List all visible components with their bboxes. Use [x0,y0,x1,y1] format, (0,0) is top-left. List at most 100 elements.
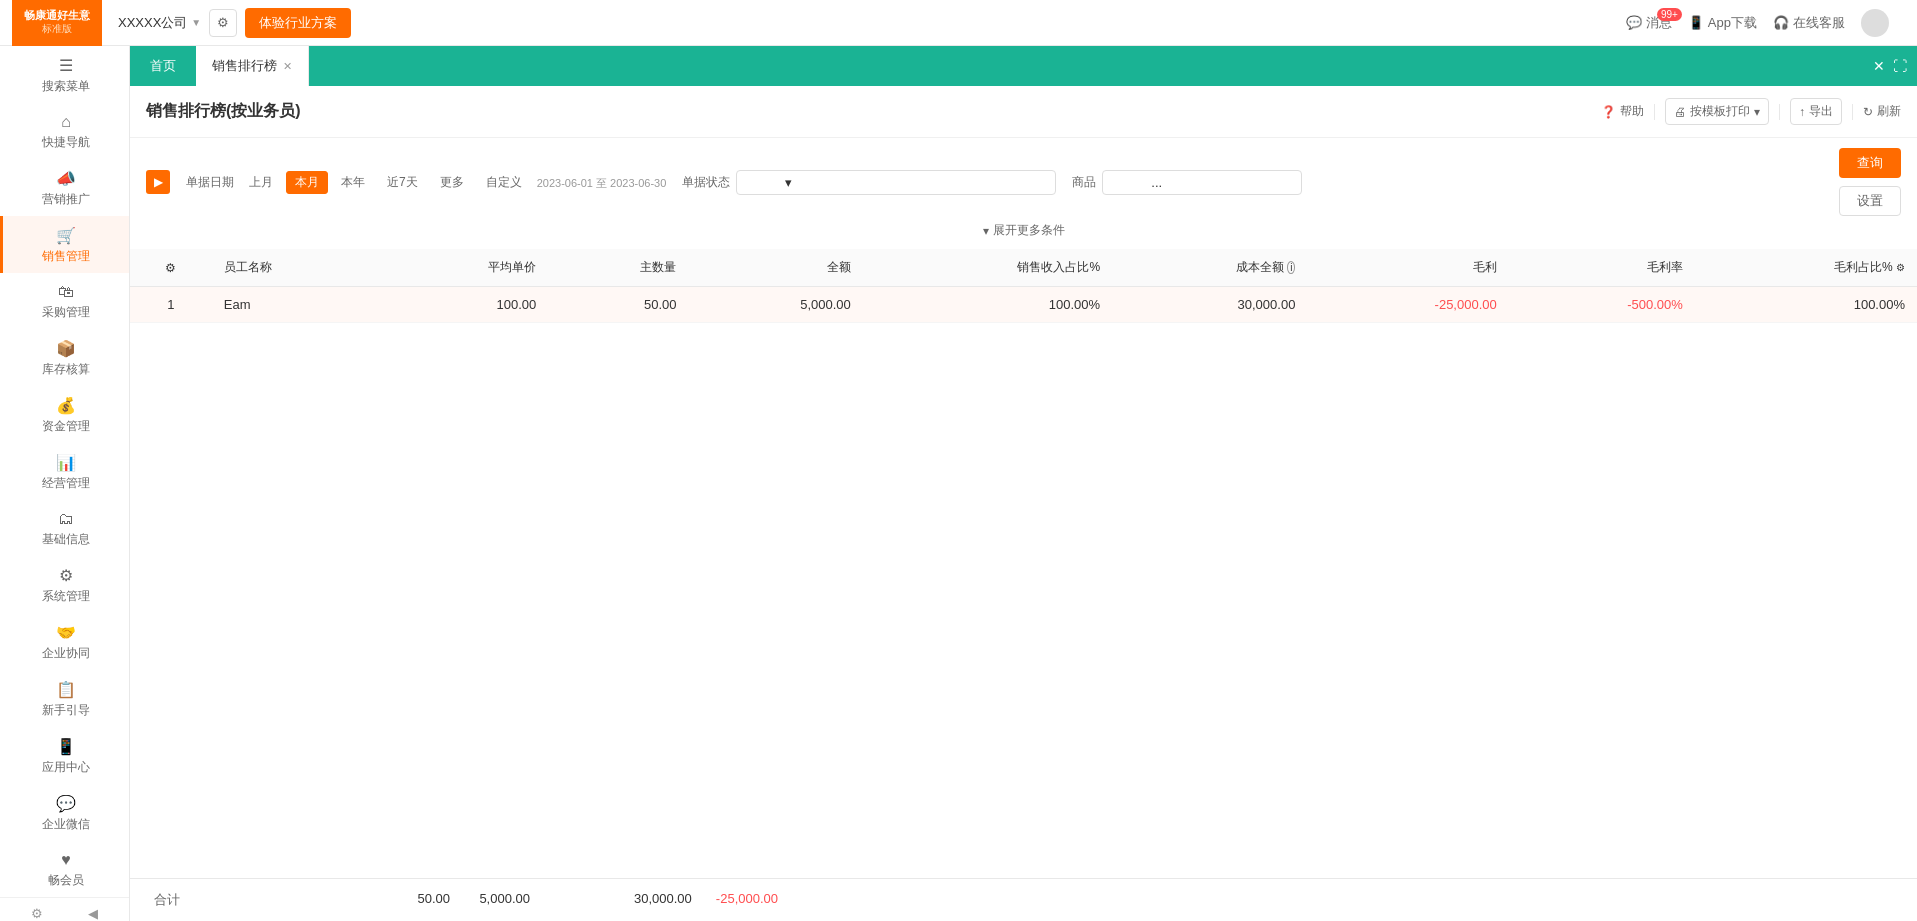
settings-gear-button[interactable]: ⚙ [209,9,237,37]
col-total-amt: 全额 [688,249,862,287]
filter-expand-icon[interactable]: ▶ [146,170,170,194]
marketing-icon: 📣 [56,169,76,188]
enterprise-icon: 🤝 [56,623,76,642]
settings-button[interactable]: 设置 [1839,186,1901,216]
date-btn-last7[interactable]: 近7天 [378,171,427,194]
app-download-button[interactable]: 📱 App下载 [1688,14,1757,32]
col-settings-icon: ⚙ [165,261,176,275]
sidebar-item-operation[interactable]: 📊 经营管理 [0,443,129,500]
sidebar-item-guide[interactable]: 📋 新手引导 [0,670,129,727]
settings-bottom-icon[interactable]: ⚙ [31,906,43,921]
date-btn-custom[interactable]: 自定义 [477,171,531,194]
tab-sales-ranking[interactable]: 销售排行榜 ✕ [196,46,309,86]
logo-text: 畅康通好生意 [24,9,90,22]
wechat-icon: 💬 [56,794,76,813]
col-settings[interactable]: ⚙ [130,249,212,287]
table-row: 1Eam100.0050.005,000.00100.00%30,000.00-… [130,287,1917,323]
date-btn-more[interactable]: 更多 [431,171,473,194]
basic-icon: 🗂 [58,510,74,528]
table-footer: 合计 50.00 5,000.00 30,000.00 -25,000.00 [130,878,1917,921]
date-filter-label: 单据日期 [186,174,234,191]
expand-down-icon: ▾ [983,224,989,238]
tab-bar-right: ✕ ⛶ [1863,58,1917,74]
date-btn-this-month[interactable]: 本月 [286,171,328,194]
footer-label: 合计 [142,887,302,913]
table-header-row: ⚙ 员工名称 平均单价 主数量 全额 销售收入占比% 成本全额 i 毛利 毛利率… [130,249,1917,287]
expand-more-button[interactable]: ▾ 展开更多条件 [146,222,1901,239]
sidebar-item-enterprise[interactable]: 🤝 企业协同 [0,613,129,670]
table-cell: -25,000.00 [1307,287,1508,323]
divider1 [1654,104,1655,120]
date-btn-this-year[interactable]: 本年 [332,171,374,194]
app-download-label: App下载 [1708,14,1757,32]
tab-close-all-icon[interactable]: ✕ [1873,58,1885,74]
table-container: ⚙ 员工名称 平均单价 主数量 全额 销售收入占比% 成本全额 i 毛利 毛利率… [130,249,1917,878]
refresh-button[interactable]: ↻ 刷新 [1863,103,1901,120]
tab-home[interactable]: 首页 [130,46,196,86]
sidebar-item-quicknav[interactable]: ⌂ 快捷导航 [0,103,129,159]
tab-bar: 首页 销售排行榜 ✕ ✕ ⛶ [130,46,1917,86]
footer-total-amt: 5,000.00 [462,887,542,913]
export-icon: ↑ [1799,105,1805,119]
sidebar-item-marketing[interactable]: 📣 营销推广 [0,159,129,216]
table-cell: 100.00 [380,287,548,323]
export-button[interactable]: ↑ 导出 [1790,98,1842,125]
trial-button[interactable]: 体验行业方案 [245,8,351,38]
export-label: 导出 [1809,103,1833,120]
status-filter-label: 单据状态 [682,174,730,191]
filter-actions: 查询 设置 [1839,148,1901,216]
goods-select[interactable]: ... [1102,170,1302,195]
sidebar-item-basic[interactable]: 🗂 基础信息 [0,500,129,556]
date-filter: 单据日期 上月 本月 本年 近7天 更多 自定义 2023-06-01 至 20… [186,171,666,194]
sidebar-item-purchase[interactable]: 🛍 采购管理 [0,273,129,329]
refresh-label: 刷新 [1877,103,1901,120]
top-bar-right: 💬 消息 99+ 📱 App下载 🎧 在线客服 [1626,9,1905,37]
search-menu-icon: ☰ [59,56,73,75]
table-cell: 1 [130,287,212,323]
appcenter-icon: 📱 [56,737,76,756]
template-print-button[interactable]: 🖨 按模板打印 ▾ [1665,98,1769,125]
footer-avg-price [302,887,382,913]
tab-close-icon[interactable]: ✕ [283,60,292,73]
sidebar-item-finance[interactable]: 💰 资金管理 [0,386,129,443]
refresh-icon: ↻ [1863,105,1873,119]
sidebar-item-wechat[interactable]: 💬 企业微信 [0,784,129,841]
sidebar-label-basic: 基础信息 [42,531,90,548]
logo: 畅康通好生意 标准版 [12,0,102,46]
online-service-button[interactable]: 🎧 在线客服 [1773,14,1845,32]
headset-icon: 🎧 [1773,15,1789,30]
sidebar-item-system[interactable]: ⚙ 系统管理 [0,556,129,613]
sidebar-label-guide: 新手引导 [42,702,90,719]
top-bar: 畅康通好生意 标准版 XXXXX公司 ▼ ⚙ 体验行业方案 💬 消息 99+ 📱… [0,0,1917,46]
table-body: 1Eam100.0050.005,000.00100.00%30,000.00-… [130,287,1917,323]
company-select[interactable]: XXXXX公司 ▼ [118,14,201,32]
query-button[interactable]: 查询 [1839,148,1901,178]
sidebar-item-search[interactable]: ☰ 搜索菜单 [0,46,129,103]
collapse-icon[interactable]: ◀ [88,906,98,921]
tab-expand-icon[interactable]: ⛶ [1893,58,1907,74]
sidebar-item-member[interactable]: ♥ 畅会员 [0,841,129,897]
sidebar-item-sales[interactable]: 🛒 销售管理 [0,216,129,273]
sidebar-item-inventory[interactable]: 📦 库存核算 [0,329,129,386]
sidebar-label-quicknav: 快捷导航 [42,134,90,151]
sidebar: ☰ 搜索菜单 ⌂ 快捷导航 📣 营销推广 🛒 销售管理 🛍 采购管理 📦 库存核… [0,46,130,921]
status-select[interactable]: ▾ [736,170,1056,195]
company-name: XXXXX公司 [118,14,187,32]
sidebar-label-operation: 经营管理 [42,475,90,492]
help-label: 帮助 [1620,103,1644,120]
company-chevron-icon: ▼ [191,17,201,28]
sidebar-label-enterprise: 企业协同 [42,645,90,662]
help-button[interactable]: ❓ 帮助 [1601,103,1644,120]
finance-icon: 💰 [56,396,76,415]
status-filter: 单据状态 ▾ [682,170,1056,195]
sidebar-label-member: 畅会员 [48,872,84,889]
avatar[interactable] [1861,9,1889,37]
filter-row: ▶ 单据日期 上月 本月 本年 近7天 更多 自定义 2023-06-01 至 … [146,148,1901,216]
col-sales-pct: 销售收入占比% [863,249,1112,287]
sidebar-bottom: ⚙ ◀ [0,897,129,921]
member-icon: ♥ [61,851,71,869]
date-btn-last-month[interactable]: 上月 [240,171,282,194]
sidebar-item-appcenter[interactable]: 📱 应用中心 [0,727,129,784]
message-icon: 💬 [1626,15,1642,30]
message-button[interactable]: 💬 消息 99+ [1626,14,1672,32]
